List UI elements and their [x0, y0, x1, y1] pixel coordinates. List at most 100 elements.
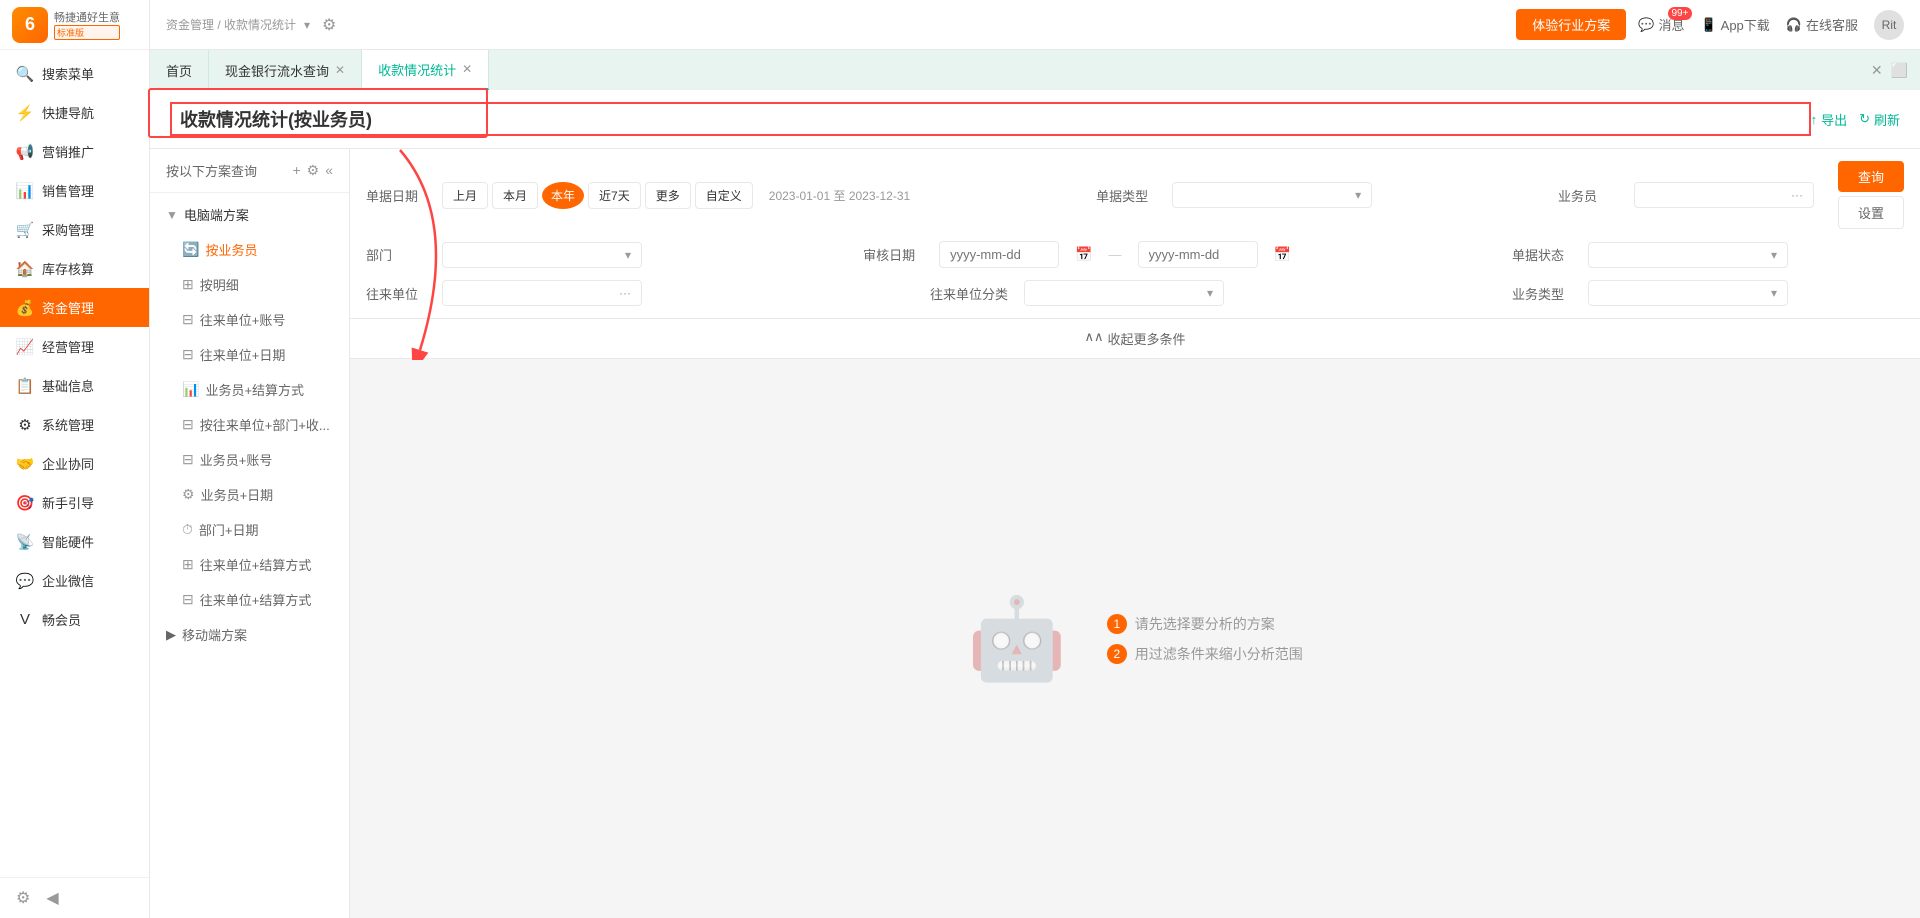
- service-label: 在线客服: [1806, 15, 1858, 34]
- sidebar-item-basic[interactable]: 📋 基础信息: [0, 366, 149, 405]
- review-date-end[interactable]: [1138, 241, 1258, 268]
- refresh-button[interactable]: ↻ 刷新: [1859, 110, 1900, 129]
- salesman-more-icon[interactable]: ···: [1791, 188, 1803, 202]
- service-button[interactable]: 🎧 在线客服: [1786, 15, 1858, 34]
- sidebar-bottom: ⚙ ◀: [0, 877, 149, 918]
- settings-button[interactable]: 设置: [1838, 196, 1904, 229]
- tree-item-by-salesman[interactable]: 🔄 按业务员: [150, 232, 349, 267]
- sidebar-item-label: 搜索菜单: [42, 64, 94, 83]
- app-label: App下载: [1721, 15, 1770, 34]
- sidebar-item-enterprise[interactable]: 🤝 企业协同: [0, 444, 149, 483]
- tree-item-unit-account[interactable]: ⊟ 往来单位+账号: [150, 302, 349, 337]
- filter-row-1: 单据日期 上月 本月 本年 近7天 更多 自定义 2023-01-01 至 20…: [366, 161, 1904, 229]
- tree-item-unit-settle2[interactable]: ⊟ 往来单位+结算方式: [150, 582, 349, 617]
- page-title: 收款情况统计(按业务员): [170, 102, 1811, 136]
- pc-group-header[interactable]: ▼ 电脑端方案: [150, 197, 349, 232]
- tree-item-salesman-account[interactable]: ⊟ 业务员+账号: [150, 442, 349, 477]
- marketing-icon: 📢: [16, 143, 34, 161]
- partner-more-icon[interactable]: ···: [619, 286, 631, 300]
- bill-type-select[interactable]: ▾: [1172, 182, 1372, 208]
- dept-select[interactable]: ▾: [442, 242, 642, 268]
- sidebar-item-quick[interactable]: ⚡ 快捷导航: [0, 93, 149, 132]
- tree-item-salesman-settle[interactable]: 📊 业务员+结算方式: [150, 372, 349, 407]
- tree-item-unit-settle1[interactable]: ⊞ 往来单位+结算方式: [150, 547, 349, 582]
- collapse-up-icon: ∧∧: [1084, 329, 1103, 348]
- review-date-start[interactable]: [939, 241, 1059, 268]
- partner-select[interactable]: ···: [442, 280, 642, 306]
- close-window-icon[interactable]: ✕: [1871, 62, 1883, 79]
- quick-icon: ⚡: [16, 104, 34, 122]
- tree-item-unit-dept[interactable]: ⊟ 按往来单位+部门+收...: [150, 407, 349, 442]
- tab-bank-close[interactable]: ✕: [335, 63, 345, 77]
- user-avatar[interactable]: Rit: [1874, 10, 1904, 40]
- tab-receipt[interactable]: 收款情况统计 ✕: [362, 50, 489, 90]
- sidebar-item-wechat[interactable]: 💬 企业微信: [0, 561, 149, 600]
- tree-item-dept-date[interactable]: ⏱ 部门+日期: [150, 512, 349, 547]
- sidebar-item-member[interactable]: V 畅会员: [0, 600, 149, 639]
- partner-category-select[interactable]: ▾: [1024, 280, 1224, 306]
- date-btn-more[interactable]: 更多: [645, 182, 691, 209]
- empty-state: 🤖 1 请先选择要分析的方案 2 用过滤条件来缩小分析范围: [967, 592, 1303, 686]
- tab-bank[interactable]: 现金银行流水查询 ✕: [209, 50, 362, 90]
- main-area: 资金管理 / 收款情况统计 ▾ ⚙ 体验行业方案 💬 消息 99+ 📱 App下…: [150, 0, 1920, 918]
- sidebar-item-operation[interactable]: 📈 经营管理: [0, 327, 149, 366]
- date-btn-last-month[interactable]: 上月: [442, 182, 488, 209]
- add-scheme-icon[interactable]: +: [292, 162, 300, 179]
- tree-item-salesman-date[interactable]: ⚙ 业务员+日期: [150, 477, 349, 512]
- review-date-start-calendar-icon[interactable]: 📅: [1075, 246, 1092, 263]
- mobile-group-header[interactable]: ▶ 移动端方案: [166, 625, 333, 644]
- tree-item-by-detail[interactable]: ⊞ 按明细: [150, 267, 349, 302]
- main-data-area: 🤖 1 请先选择要分析的方案 2 用过滤条件来缩小分析范围: [350, 359, 1920, 918]
- sidebar-item-search[interactable]: 🔍 搜索菜单: [0, 54, 149, 93]
- sidebar-item-marketing[interactable]: 📢 营销推广: [0, 132, 149, 171]
- date-btn-this-month[interactable]: 本月: [492, 182, 538, 209]
- settings-bottom-icon[interactable]: ⚙: [16, 888, 30, 908]
- tab-receipt-close[interactable]: ✕: [462, 62, 472, 76]
- unit-account-icon: ⊟: [182, 311, 194, 328]
- date-btn-7days[interactable]: 近7天: [588, 182, 641, 209]
- tree-item-label: 按往来单位+部门+收...: [200, 415, 330, 434]
- sidebar-item-label: 资金管理: [42, 298, 94, 317]
- sidebar-item-stock[interactable]: 🏠 库存核算: [0, 249, 149, 288]
- breadcrumb-dropdown-icon[interactable]: ▾: [304, 18, 310, 32]
- topbar-right: 💬 消息 99+ 📱 App下载 🎧 在线客服 Rit: [1638, 10, 1904, 40]
- solution-button[interactable]: 体验行业方案: [1516, 9, 1626, 40]
- scheme-settings-icon[interactable]: ⚙: [307, 162, 320, 179]
- bill-status-arrow-icon: ▾: [1771, 248, 1777, 262]
- date-btn-custom[interactable]: 自定义: [695, 182, 753, 209]
- message-badge: 99+: [1668, 7, 1693, 20]
- unit-settle2-icon: ⊟: [182, 591, 194, 608]
- maximize-window-icon[interactable]: ⬜: [1891, 62, 1908, 79]
- collapse-sidebar-icon[interactable]: ◀: [46, 888, 58, 908]
- review-date-end-calendar-icon[interactable]: 📅: [1274, 246, 1291, 263]
- business-type-arrow-icon: ▾: [1771, 286, 1777, 300]
- sidebar-item-sales[interactable]: 📊 销售管理: [0, 171, 149, 210]
- tree-item-label: 业务员+结算方式: [205, 380, 304, 399]
- bill-status-select[interactable]: ▾: [1588, 242, 1788, 268]
- breadcrumb: 资金管理 / 收款情况统计: [166, 16, 296, 33]
- sidebar-item-system[interactable]: ⚙ 系统管理: [0, 405, 149, 444]
- query-button[interactable]: 查询: [1838, 161, 1904, 192]
- date-btn-this-year[interactable]: 本年: [542, 182, 584, 209]
- tip2-num: 2: [1107, 644, 1127, 664]
- message-button[interactable]: 💬 消息 99+: [1638, 15, 1684, 34]
- salesman-select[interactable]: ···: [1634, 182, 1814, 208]
- topbar-gear-icon[interactable]: ⚙: [318, 11, 340, 39]
- business-type-select[interactable]: ▾: [1588, 280, 1788, 306]
- collapse-filter-bar[interactable]: ∧∧ 收起更多条件: [350, 319, 1920, 359]
- left-panel-actions: + ⚙ «: [292, 162, 333, 179]
- export-button[interactable]: ↑ 导出: [1811, 110, 1848, 129]
- sidebar-item-purchase[interactable]: 🛒 采购管理: [0, 210, 149, 249]
- sidebar-item-hardware[interactable]: 📡 智能硬件: [0, 522, 149, 561]
- collapse-panel-icon[interactable]: «: [325, 162, 333, 179]
- tree-item-label: 业务员+账号: [200, 450, 273, 469]
- partner-category-arrow-icon: ▾: [1207, 286, 1213, 300]
- sidebar-item-newbie[interactable]: 🎯 新手引导: [0, 483, 149, 522]
- sidebar-item-finance[interactable]: 💰 资金管理: [0, 288, 149, 327]
- tab-home[interactable]: 首页: [150, 50, 209, 90]
- logo-area: 6 畅捷通好生意 标准版: [0, 0, 149, 50]
- app-download-button[interactable]: 📱 App下载: [1700, 15, 1769, 34]
- topbar-left: 资金管理 / 收款情况统计 ▾ ⚙: [166, 11, 1504, 39]
- tree-item-unit-date[interactable]: ⊟ 往来单位+日期: [150, 337, 349, 372]
- dept-date-icon: ⏱: [182, 521, 193, 538]
